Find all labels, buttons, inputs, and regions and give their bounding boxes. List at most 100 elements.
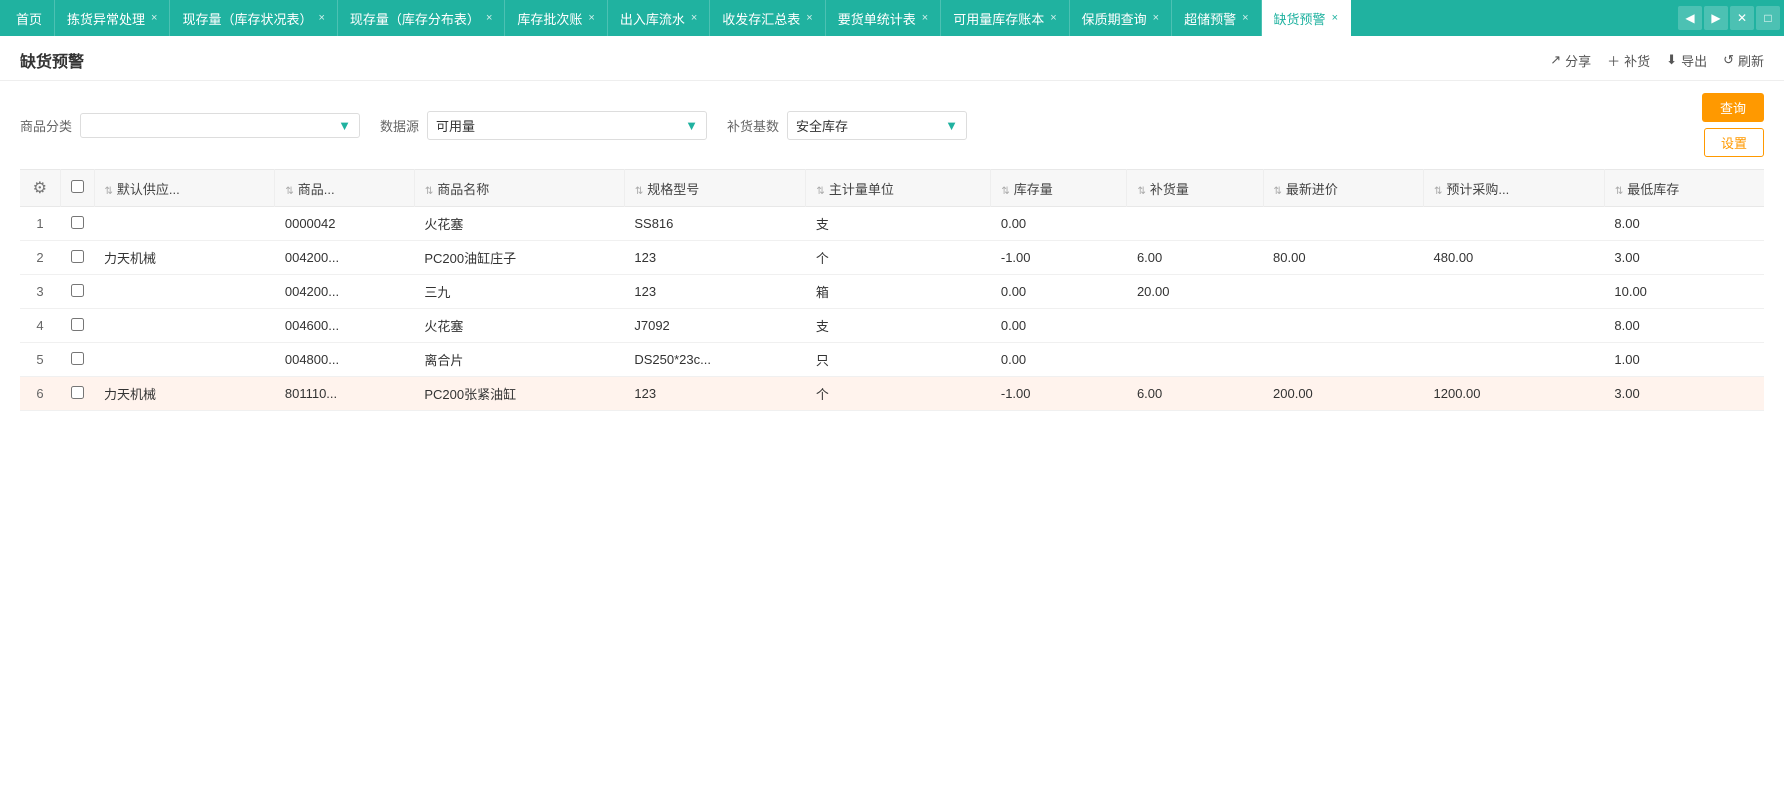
tab-close-batch[interactable]: × bbox=[588, 12, 594, 24]
row-unit-4: 支 bbox=[806, 309, 991, 343]
replenish-base-select[interactable]: 安全库存 ▼ bbox=[787, 111, 967, 140]
row-supplier-4 bbox=[94, 309, 275, 343]
row-estimated-6: 1200.00 bbox=[1424, 377, 1605, 411]
header-actions: ↗ 分享 ＋ 补货 ⬇ 导出 ↺ 刷新 bbox=[1550, 51, 1764, 70]
th-min-stock[interactable]: ⇅最低库存 bbox=[1604, 170, 1764, 207]
tab-close-expiry[interactable]: × bbox=[1153, 12, 1159, 24]
replenish-base-arrow-icon: ▼ bbox=[945, 118, 958, 133]
th-replenish-qty[interactable]: ⇅补货量 bbox=[1127, 170, 1263, 207]
th-default-supplier[interactable]: ⇅默认供应... bbox=[94, 170, 275, 207]
page-title: 缺货预警 bbox=[20, 48, 84, 72]
tab-shortage[interactable]: 缺货预警× bbox=[1262, 0, 1351, 36]
tab-next-button[interactable]: ▶ bbox=[1704, 6, 1728, 30]
row-replenish-4 bbox=[1127, 309, 1263, 343]
select-all-checkbox[interactable] bbox=[71, 180, 84, 193]
th-gear: ⚙ bbox=[20, 170, 60, 207]
row-estimated-2: 480.00 bbox=[1424, 241, 1605, 275]
tab-expiry[interactable]: 保质期查询 × bbox=[1070, 0, 1172, 36]
refresh-button[interactable]: ↺ 刷新 bbox=[1723, 51, 1764, 70]
row-unit-1: 支 bbox=[806, 207, 991, 241]
datasource-arrow-icon: ▼ bbox=[685, 118, 698, 133]
tab-label: 现存量（库存状况表） bbox=[182, 9, 312, 28]
row-estimated-5 bbox=[1424, 343, 1605, 377]
sort-supplier-icon: ⇅ bbox=[105, 186, 113, 197]
datasource-select[interactable]: 可用量 ▼ bbox=[427, 111, 707, 140]
row-spec-5: DS250*23c... bbox=[624, 343, 806, 377]
data-table: ⚙ ⇅默认供应... ⇅商品... ⇅商品名称 ⇅规格型号 bbox=[20, 169, 1764, 411]
th-estimated-purchase[interactable]: ⇅预计采购... bbox=[1424, 170, 1605, 207]
share-button[interactable]: ↗ 分享 bbox=[1550, 51, 1591, 70]
query-button[interactable]: 查询 bbox=[1702, 93, 1764, 122]
th-latest-price[interactable]: ⇅最新进价 bbox=[1263, 170, 1424, 207]
tab-bar: 首页拣货异常处理×现存量（库存状况表）×现存量（库存分布表）×库存批次账×出入库… bbox=[0, 0, 1784, 36]
tab-close-available[interactable]: × bbox=[1050, 12, 1056, 24]
row-minstock-3: 10.00 bbox=[1604, 275, 1764, 309]
column-settings-button[interactable]: ⚙ bbox=[33, 178, 47, 198]
tab-batch[interactable]: 库存批次账× bbox=[505, 0, 607, 36]
row-num-4: 4 bbox=[20, 309, 60, 343]
tab-label: 要货单统计表 bbox=[838, 9, 916, 28]
tab-exception[interactable]: 拣货异常处理× bbox=[55, 0, 170, 36]
row-spec-3: 123 bbox=[624, 275, 806, 309]
row-replenish-6: 6.00 bbox=[1127, 377, 1263, 411]
tab-close-collect-summary[interactable]: × bbox=[806, 12, 812, 24]
tab-close-stock-status[interactable]: × bbox=[318, 12, 324, 24]
row-checkbox-2[interactable] bbox=[60, 241, 94, 275]
page-content: 缺货预警 ↗ 分享 ＋ 补货 ⬇ 导出 ↺ 刷新 商品分类 bbox=[0, 36, 1784, 796]
tab-requisition[interactable]: 要货单统计表 × bbox=[826, 0, 941, 36]
row-checkbox-4[interactable] bbox=[60, 309, 94, 343]
table-body: 1 0000042 火花塞 SS816 支 0.00 8.00 2 力天机械 0… bbox=[20, 207, 1764, 411]
tab-label: 保质期查询 bbox=[1082, 9, 1147, 28]
tab-home[interactable]: 首页 bbox=[4, 0, 55, 36]
tab-stock-dist[interactable]: 现存量（库存分布表）× bbox=[338, 0, 505, 36]
row-checkbox-3[interactable] bbox=[60, 275, 94, 309]
tab-close-overstock[interactable]: × bbox=[1242, 12, 1248, 24]
tab-close-inout-flow[interactable]: × bbox=[691, 12, 697, 24]
table-row: 3 004200... 三九 123 箱 0.00 20.00 10.00 bbox=[20, 275, 1764, 309]
tab-close-requisition[interactable]: × bbox=[922, 12, 928, 24]
row-checkbox-5[interactable] bbox=[60, 343, 94, 377]
tab-fullscreen-button[interactable]: □ bbox=[1756, 6, 1780, 30]
tab-prev-button[interactable]: ◀ bbox=[1678, 6, 1702, 30]
tab-close-exception[interactable]: × bbox=[151, 12, 157, 24]
row-checkbox-1[interactable] bbox=[60, 207, 94, 241]
refresh-icon: ↺ bbox=[1723, 52, 1734, 68]
row-unit-5: 只 bbox=[806, 343, 991, 377]
row-name-6: PC200张紧油缸 bbox=[414, 377, 624, 411]
row-price-1 bbox=[1263, 207, 1424, 241]
row-name-4: 火花塞 bbox=[414, 309, 624, 343]
filter-action-buttons: 查询 设置 bbox=[1702, 93, 1764, 157]
tab-close-stock-dist[interactable]: × bbox=[486, 12, 492, 24]
tab-inout-flow[interactable]: 出入库流水× bbox=[608, 0, 710, 36]
th-spec[interactable]: ⇅规格型号 bbox=[624, 170, 806, 207]
row-spec-6: 123 bbox=[624, 377, 806, 411]
table-row: 4 004600... 火花塞 J7092 支 0.00 8.00 bbox=[20, 309, 1764, 343]
th-stock-qty[interactable]: ⇅库存量 bbox=[991, 170, 1127, 207]
table-row: 2 力天机械 004200... PC200油缸庄子 123 个 -1.00 6… bbox=[20, 241, 1764, 275]
replenish-button[interactable]: ＋ 补货 bbox=[1607, 51, 1650, 70]
settings-button[interactable]: 设置 bbox=[1704, 128, 1764, 157]
tab-close-shortage[interactable]: × bbox=[1332, 12, 1338, 24]
tab-label: 首页 bbox=[16, 9, 42, 28]
sort-latestprice-icon: ⇅ bbox=[1274, 186, 1282, 197]
category-arrow-icon: ▼ bbox=[338, 118, 351, 133]
export-button[interactable]: ⬇ 导出 bbox=[1666, 51, 1707, 70]
sort-minstock-icon: ⇅ bbox=[1615, 186, 1623, 197]
row-checkbox-6[interactable] bbox=[60, 377, 94, 411]
row-spec-2: 123 bbox=[624, 241, 806, 275]
tab-stock-status[interactable]: 现存量（库存状况表） × bbox=[170, 0, 337, 36]
row-code-6: 801110... bbox=[275, 377, 414, 411]
table-row: 6 力天机械 801110... PC200张紧油缸 123 个 -1.00 6… bbox=[20, 377, 1764, 411]
row-name-1: 火花塞 bbox=[414, 207, 624, 241]
th-product-code[interactable]: ⇅商品... bbox=[275, 170, 414, 207]
row-name-3: 三九 bbox=[414, 275, 624, 309]
th-product-name[interactable]: ⇅商品名称 bbox=[414, 170, 624, 207]
tab-available[interactable]: 可用量库存账本 × bbox=[941, 0, 1069, 36]
tab-close-all-button[interactable]: ✕ bbox=[1730, 6, 1754, 30]
th-unit[interactable]: ⇅主计量单位 bbox=[806, 170, 991, 207]
tab-overstock[interactable]: 超储预警× bbox=[1172, 0, 1261, 36]
row-replenish-3: 20.00 bbox=[1127, 275, 1263, 309]
category-select[interactable]: ▼ bbox=[80, 113, 360, 138]
tab-label: 可用量库存账本 bbox=[953, 9, 1044, 28]
tab-collect-summary[interactable]: 收发存汇总表× bbox=[710, 0, 825, 36]
